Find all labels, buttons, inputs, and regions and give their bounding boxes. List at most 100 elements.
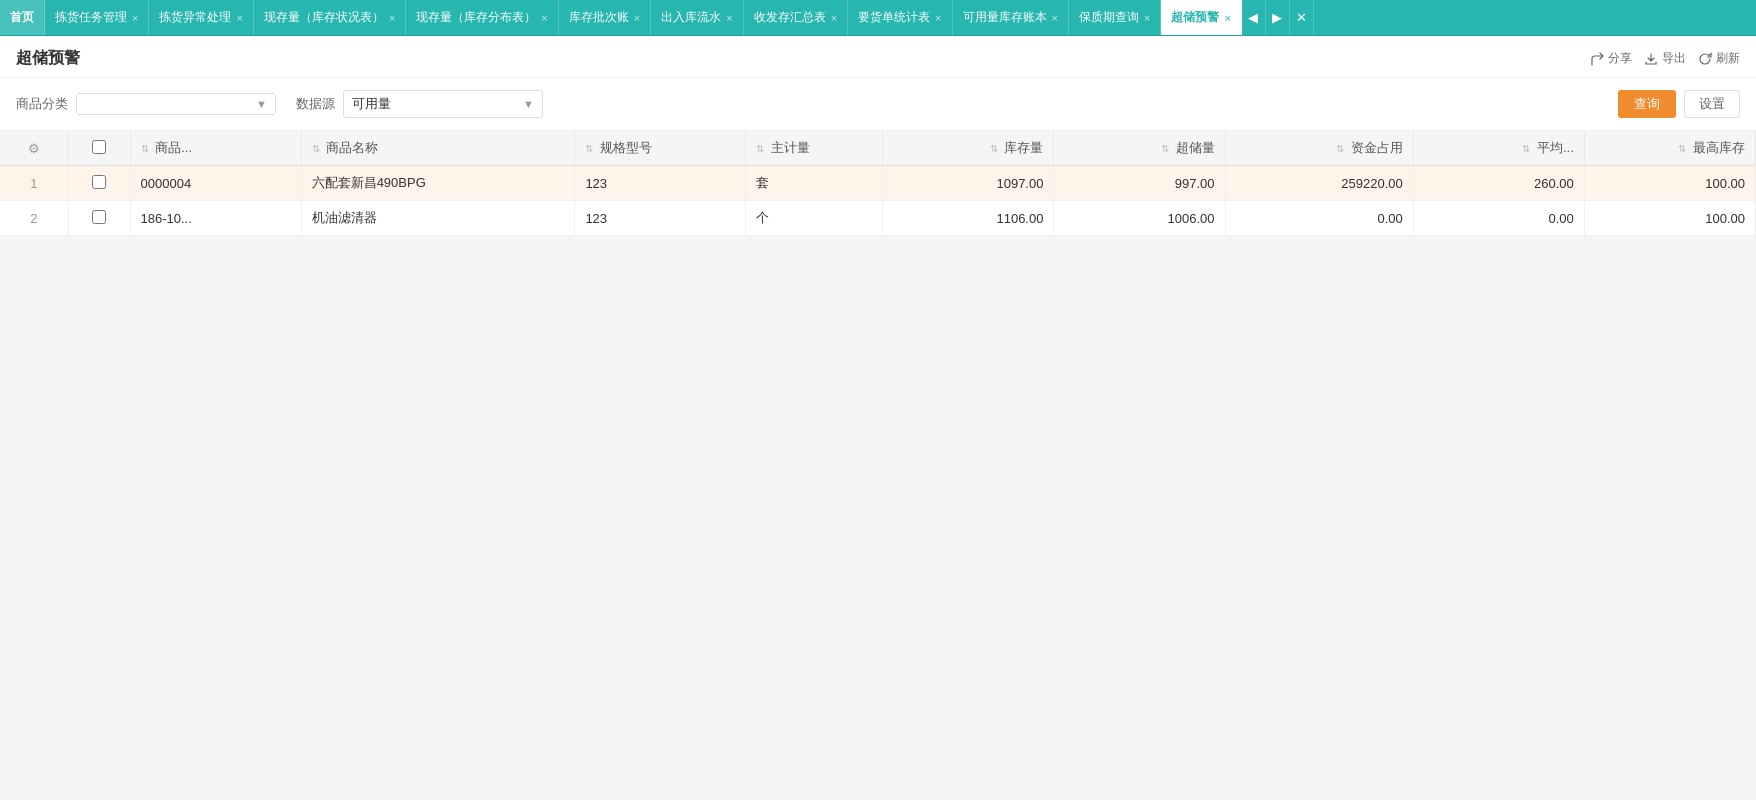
- datasource-select[interactable]: 可用量 ▼: [343, 90, 543, 118]
- col-header-stock[interactable]: ⇅ 库存量: [883, 131, 1054, 166]
- cell-code: 0000004: [130, 166, 301, 201]
- filter-area: 商品分类 ▼ 数据源 可用量 ▼ 查询 设置: [0, 78, 1756, 131]
- nav-home[interactable]: 首页: [0, 0, 45, 35]
- cell-unit: 个: [746, 201, 883, 236]
- nav-available[interactable]: 可用量库存账本 ×: [953, 0, 1069, 35]
- cell-spec: 123: [575, 201, 746, 236]
- query-button[interactable]: 查询: [1618, 90, 1676, 118]
- table-header-row: ⚙ ⇅ 商品... ⇅ 商品名称 ⇅ 规格型号 ⇅: [0, 131, 1756, 166]
- page-title: 超储预警: [16, 48, 80, 69]
- cell-checkbox[interactable]: [68, 166, 130, 201]
- close-icon[interactable]: ×: [541, 12, 547, 24]
- nav-overstock[interactable]: 超储预警 ×: [1161, 0, 1241, 35]
- settings-button[interactable]: 设置: [1684, 90, 1740, 118]
- row-checkbox[interactable]: [92, 210, 106, 224]
- cell-capital: 259220.00: [1225, 166, 1413, 201]
- refresh-icon: [1698, 52, 1712, 66]
- col-header-avg[interactable]: ⇅ 平均...: [1413, 131, 1584, 166]
- table-container: ⚙ ⇅ 商品... ⇅ 商品名称 ⇅ 规格型号 ⇅: [0, 131, 1756, 236]
- col-header-index: ⚙: [0, 131, 68, 166]
- close-icon[interactable]: ×: [935, 12, 941, 24]
- col-header-max[interactable]: ⇅ 最高库存: [1584, 131, 1755, 166]
- table-row: 2 186-10... 机油滤清器 123 个 1106.00 1006.00 …: [0, 201, 1756, 236]
- cell-index: 2: [0, 201, 68, 236]
- nav-next-arrow[interactable]: ▶: [1266, 0, 1290, 35]
- col-header-unit[interactable]: ⇅ 主计量: [746, 131, 883, 166]
- data-table: ⚙ ⇅ 商品... ⇅ 商品名称 ⇅ 规格型号 ⇅: [0, 131, 1756, 236]
- sort-icon: ⇅: [1678, 143, 1686, 154]
- col-header-checkbox[interactable]: [68, 131, 130, 166]
- close-icon[interactable]: ×: [389, 12, 395, 24]
- cell-capital: 0.00: [1225, 201, 1413, 236]
- export-button[interactable]: 导出: [1644, 50, 1686, 67]
- nav-prev-arrow[interactable]: ◀: [1242, 0, 1266, 35]
- cell-name: 六配套新昌490BPG: [301, 166, 575, 201]
- nav-inout[interactable]: 出入库流水 ×: [651, 0, 743, 35]
- sort-icon: ⇅: [990, 143, 998, 154]
- col-header-code[interactable]: ⇅ 商品...: [130, 131, 301, 166]
- cell-spec: 123: [575, 166, 746, 201]
- close-icon[interactable]: ×: [634, 12, 640, 24]
- category-select[interactable]: ▼: [76, 93, 276, 115]
- nav-batch[interactable]: 库存批次账 ×: [559, 0, 651, 35]
- close-icon[interactable]: ×: [726, 12, 732, 24]
- export-icon: [1644, 52, 1658, 66]
- table-body: 1 0000004 六配套新昌490BPG 123 套 1097.00 997.…: [0, 166, 1756, 236]
- nav-stock-dist[interactable]: 现存量（库存分布表） ×: [406, 0, 558, 35]
- cell-index: 1: [0, 166, 68, 201]
- datasource-label: 数据源: [296, 95, 335, 113]
- sort-icon: ⇅: [1161, 143, 1169, 154]
- row-checkbox[interactable]: [92, 175, 106, 189]
- cell-stock: 1097.00: [883, 166, 1054, 201]
- nav-stock-status[interactable]: 现存量（库存状况表） ×: [254, 0, 406, 35]
- nav-order-stat[interactable]: 要货单统计表 ×: [848, 0, 952, 35]
- close-icon[interactable]: ×: [831, 12, 837, 24]
- chevron-down-icon: ▼: [256, 98, 267, 110]
- sort-icon: ⇅: [756, 143, 764, 154]
- refresh-button[interactable]: 刷新: [1698, 50, 1740, 67]
- nav-quality[interactable]: 保质期查询 ×: [1069, 0, 1161, 35]
- category-label: 商品分类: [16, 95, 68, 113]
- share-button[interactable]: 分享: [1590, 50, 1632, 67]
- top-nav: 首页 拣货任务管理 × 拣货异常处理 × 现存量（库存状况表） × 现存量（库存…: [0, 0, 1756, 36]
- table-row: 1 0000004 六配套新昌490BPG 123 套 1097.00 997.…: [0, 166, 1756, 201]
- header-actions: 分享 导出 刷新: [1590, 50, 1740, 67]
- share-icon: [1590, 52, 1604, 66]
- cell-max: 100.00: [1584, 201, 1755, 236]
- close-icon[interactable]: ×: [1224, 12, 1230, 24]
- category-filter-group: 商品分类 ▼: [16, 93, 276, 115]
- cell-over: 1006.00: [1054, 201, 1225, 236]
- cell-over: 997.00: [1054, 166, 1225, 201]
- datasource-filter-group: 数据源 可用量 ▼: [296, 90, 543, 118]
- page-header: 超储预警 分享 导出 刷新: [0, 36, 1756, 78]
- col-header-spec[interactable]: ⇅ 规格型号: [575, 131, 746, 166]
- nav-task-mgmt[interactable]: 拣货任务管理 ×: [45, 0, 149, 35]
- close-icon[interactable]: ×: [1052, 12, 1058, 24]
- cell-avg: 260.00: [1413, 166, 1584, 201]
- filter-actions: 查询 设置: [1618, 90, 1740, 118]
- sort-icon: ⇅: [141, 143, 149, 154]
- close-icon[interactable]: ×: [236, 12, 242, 24]
- cell-code: 186-10...: [130, 201, 301, 236]
- sort-icon: ⇅: [1522, 143, 1530, 154]
- col-header-name[interactable]: ⇅ 商品名称: [301, 131, 575, 166]
- gear-settings-icon[interactable]: ⚙: [28, 141, 40, 156]
- chevron-down-icon: ▼: [523, 98, 534, 110]
- select-all-checkbox[interactable]: [92, 140, 106, 154]
- cell-unit: 套: [746, 166, 883, 201]
- close-icon[interactable]: ×: [132, 12, 138, 24]
- col-header-capital[interactable]: ⇅ 资金占用: [1225, 131, 1413, 166]
- cell-stock: 1106.00: [883, 201, 1054, 236]
- cell-checkbox[interactable]: [68, 201, 130, 236]
- close-icon[interactable]: ×: [1144, 12, 1150, 24]
- nav-close-arrow[interactable]: ✕: [1290, 0, 1314, 35]
- nav-abnormal[interactable]: 拣货异常处理 ×: [149, 0, 253, 35]
- nav-collect[interactable]: 收发存汇总表 ×: [744, 0, 848, 35]
- sort-icon: ⇅: [312, 143, 320, 154]
- datasource-select-value: 可用量: [352, 95, 391, 113]
- cell-max: 100.00: [1584, 166, 1755, 201]
- cell-name: 机油滤清器: [301, 201, 575, 236]
- sort-icon: ⇅: [1336, 143, 1344, 154]
- sort-icon: ⇅: [585, 143, 593, 154]
- col-header-over[interactable]: ⇅ 超储量: [1054, 131, 1225, 166]
